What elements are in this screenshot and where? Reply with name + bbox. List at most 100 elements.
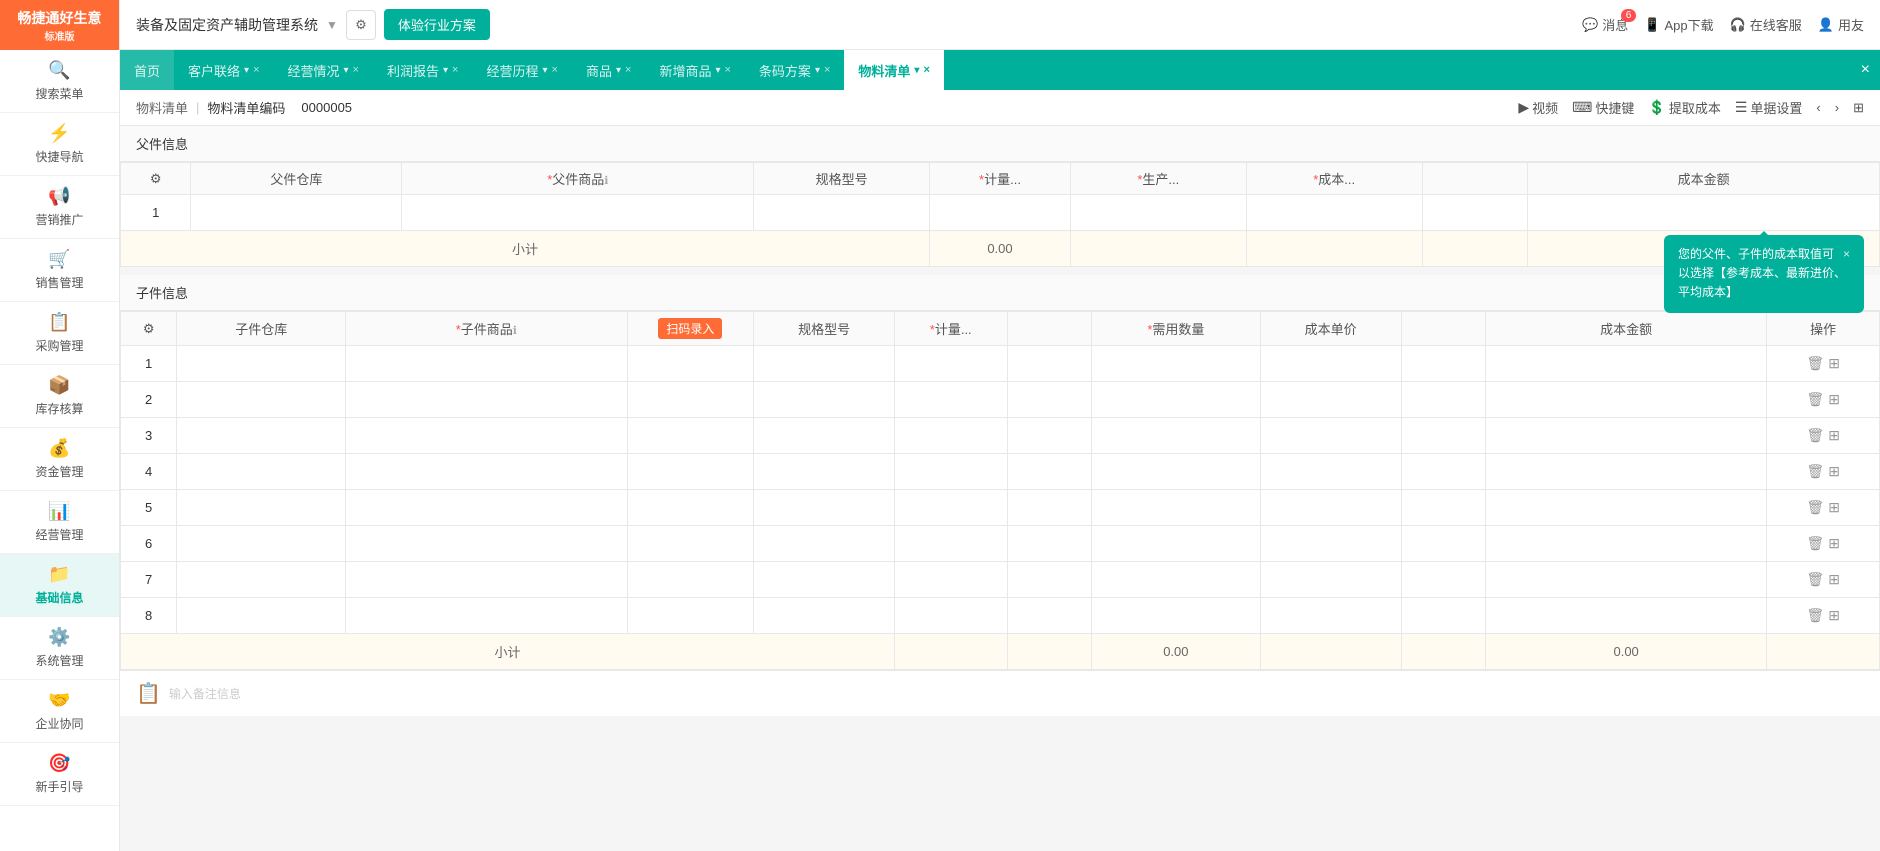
child-row-8-warehouse[interactable] [177, 598, 346, 634]
gear-button[interactable]: ⚙ [346, 10, 376, 40]
child-row-7-product[interactable] [346, 562, 627, 598]
child-row-1-delete[interactable]: 🗑 [1806, 355, 1824, 372]
sidebar-item-2[interactable]: 📢营销推广 [0, 176, 119, 239]
child-row-5-product[interactable] [346, 490, 627, 526]
sidebar-item-11[interactable]: 🎯新手引导 [0, 743, 119, 806]
nav-tab-5[interactable]: 商品 ▾ × [572, 50, 645, 90]
child-row-8-unit[interactable] [894, 598, 1007, 634]
child-row-3-spec[interactable] [754, 418, 895, 454]
expand-action[interactable]: ⊞ [1853, 100, 1864, 116]
sidebar-item-3[interactable]: 🛒销售管理 [0, 239, 119, 302]
breadcrumb-parent[interactable]: 物料清单 [136, 98, 188, 117]
child-row-4-delete[interactable]: 🗑 [1806, 463, 1824, 480]
child-row-6-spec[interactable] [754, 526, 895, 562]
child-row-6-product[interactable] [346, 526, 627, 562]
view-action[interactable]: ▶ 视频 [1518, 98, 1558, 117]
child-row-3-need-qty[interactable] [1091, 418, 1260, 454]
shortcut-action[interactable]: ⌨ 快捷键 [1572, 98, 1634, 117]
sidebar-item-5[interactable]: 📦库存核算 [0, 365, 119, 428]
close-all-tabs[interactable]: × [1851, 61, 1880, 79]
sidebar-item-1[interactable]: ⚡快捷导航 [0, 113, 119, 176]
child-row-3-cost-price[interactable] [1260, 418, 1401, 454]
tab-close-4[interactable]: × [552, 64, 558, 76]
child-row-1-product[interactable] [346, 346, 627, 382]
child-row-7-spec[interactable] [754, 562, 895, 598]
parent-col-settings[interactable]: ⚙ [121, 163, 191, 195]
tab-close-3[interactable]: × [452, 64, 458, 76]
sidebar-item-8[interactable]: 📁基础信息 [0, 554, 119, 617]
child-row-1-need-qty[interactable] [1091, 346, 1260, 382]
child-row-7-need-qty[interactable] [1091, 562, 1260, 598]
parent-row-1-warehouse[interactable] [191, 195, 402, 231]
sidebar-item-0[interactable]: 🔍搜索菜单 [0, 50, 119, 113]
child-row-4-spec[interactable] [754, 454, 895, 490]
tab-close-7[interactable]: × [824, 64, 830, 76]
settings-action[interactable]: ☰ 单据设置 [1735, 98, 1803, 117]
nav-prev[interactable]: ‹ [1816, 100, 1820, 115]
nav-tab-6[interactable]: 新增商品 ▾ × [645, 50, 744, 90]
child-row-7-unit[interactable] [894, 562, 1007, 598]
nav-next[interactable]: › [1835, 100, 1839, 115]
child-row-3-product[interactable] [346, 418, 627, 454]
child-row-8-product[interactable] [346, 598, 627, 634]
child-row-6-unit[interactable] [894, 526, 1007, 562]
child-row-7-warehouse[interactable] [177, 562, 346, 598]
child-row-5-spec[interactable] [754, 490, 895, 526]
child-row-4-need-qty[interactable] [1091, 454, 1260, 490]
child-row-7-copy[interactable]: ⊞ [1828, 571, 1840, 588]
parent-row-1-produce[interactable] [1070, 195, 1246, 231]
child-row-2-unit[interactable] [894, 382, 1007, 418]
child-row-5-delete[interactable]: 🗑 [1806, 499, 1824, 516]
nav-tab-0[interactable]: 首页 [120, 50, 174, 90]
tab-close-2[interactable]: × [353, 64, 359, 76]
child-row-5-need-qty[interactable] [1091, 490, 1260, 526]
sidebar-item-9[interactable]: ⚙️系统管理 [0, 617, 119, 680]
tab-close-8[interactable]: × [923, 64, 929, 76]
nav-tab-4[interactable]: 经营历程 ▾ × [472, 50, 571, 90]
child-row-1-spec[interactable] [754, 346, 895, 382]
child-row-4-copy[interactable]: ⊞ [1828, 463, 1840, 480]
child-row-6-warehouse[interactable] [177, 526, 346, 562]
parent-row-1-cost[interactable] [1246, 195, 1422, 231]
child-row-5-copy[interactable]: ⊞ [1828, 499, 1840, 516]
child-row-7-cost-price[interactable] [1260, 562, 1401, 598]
child-row-6-need-qty[interactable] [1091, 526, 1260, 562]
child-row-2-need-qty[interactable] [1091, 382, 1260, 418]
sidebar-item-4[interactable]: 📋采购管理 [0, 302, 119, 365]
trial-button[interactable]: 体验行业方案 [384, 9, 490, 40]
scan-btn[interactable]: 扫码录入 [658, 318, 722, 339]
child-row-6-copy[interactable]: ⊞ [1828, 535, 1840, 552]
tab-close-6[interactable]: × [724, 64, 730, 76]
child-row-1-copy[interactable]: ⊞ [1828, 355, 1840, 372]
child-row-3-copy[interactable]: ⊞ [1828, 427, 1840, 444]
online-service-button[interactable]: 🎧 在线客服 [1730, 15, 1802, 34]
child-row-7-delete[interactable]: 🗑 [1806, 571, 1824, 588]
app-download-button[interactable]: 📱 App下载 [1644, 15, 1713, 34]
child-row-4-warehouse[interactable] [177, 454, 346, 490]
child-col-settings[interactable]: ⚙ [121, 312, 177, 346]
child-row-1-cost-price[interactable] [1260, 346, 1401, 382]
child-row-5-unit[interactable] [894, 490, 1007, 526]
child-row-6-cost-price[interactable] [1260, 526, 1401, 562]
tab-close-1[interactable]: × [253, 64, 259, 76]
child-row-5-warehouse[interactable] [177, 490, 346, 526]
system-title-dropdown[interactable]: ▼ [326, 18, 338, 32]
child-row-2-copy[interactable]: ⊞ [1828, 391, 1840, 408]
parent-row-1-spec[interactable] [754, 195, 930, 231]
child-row-2-product[interactable] [346, 382, 627, 418]
child-row-8-cost-price[interactable] [1260, 598, 1401, 634]
nav-tab-8[interactable]: 物料清单 ▾ × [844, 50, 943, 90]
child-row-2-warehouse[interactable] [177, 382, 346, 418]
nav-tab-2[interactable]: 经营情况 ▾ × [274, 50, 373, 90]
cost-action[interactable]: 💲 提取成本 [1648, 98, 1720, 117]
parent-row-1-unit[interactable] [930, 195, 1071, 231]
tab-close-5[interactable]: × [625, 64, 631, 76]
child-row-8-need-qty[interactable] [1091, 598, 1260, 634]
sidebar-item-10[interactable]: 🤝企业协同 [0, 680, 119, 743]
child-row-5-cost-price[interactable] [1260, 490, 1401, 526]
child-row-3-unit[interactable] [894, 418, 1007, 454]
sidebar-item-7[interactable]: 📊经营管理 [0, 491, 119, 554]
child-row-1-warehouse[interactable] [177, 346, 346, 382]
child-row-2-spec[interactable] [754, 382, 895, 418]
nav-tab-7[interactable]: 条码方案 ▾ × [745, 50, 844, 90]
